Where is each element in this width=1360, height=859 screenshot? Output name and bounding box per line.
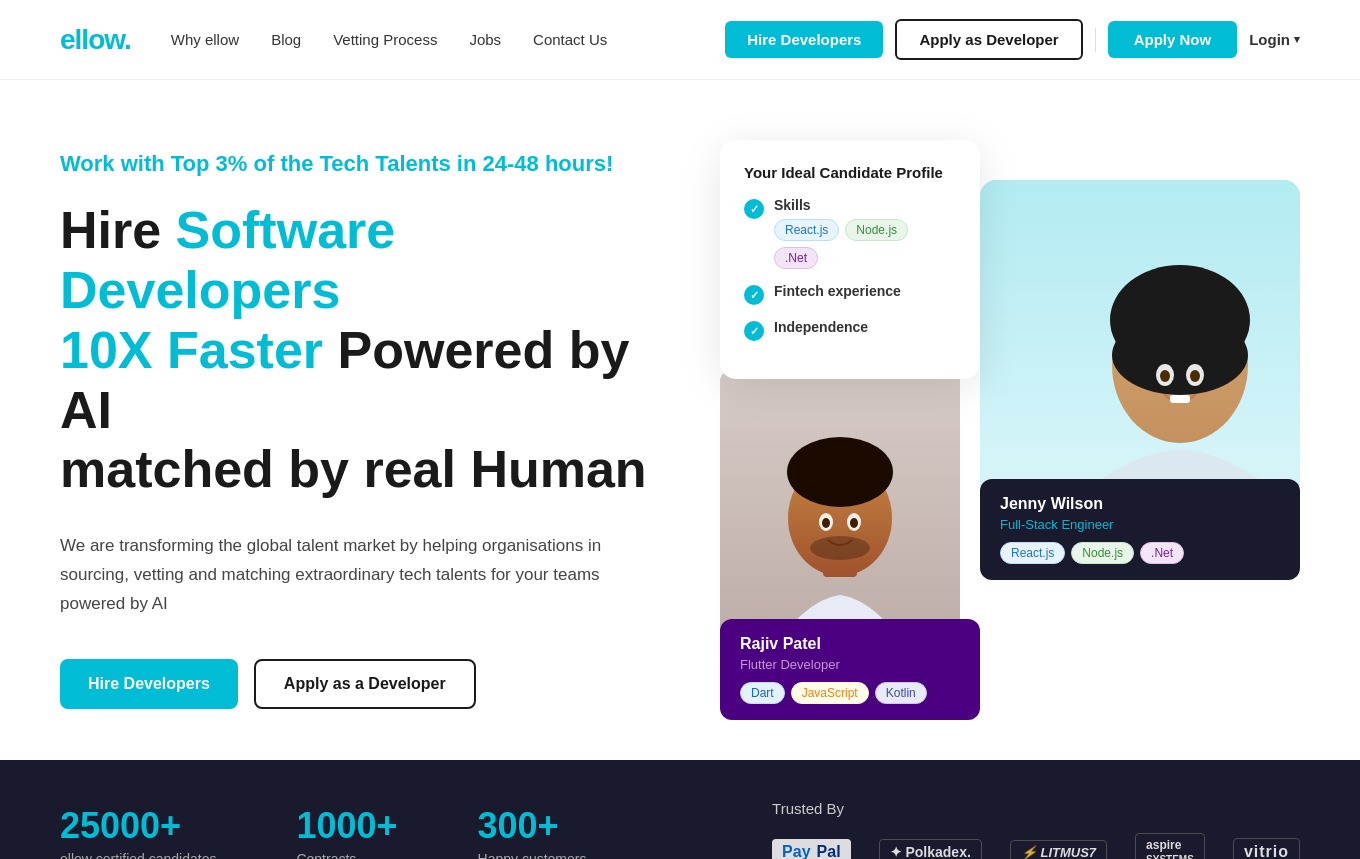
footer-bar: 25000+ ellow certified candidates 1000+ …: [0, 760, 1360, 859]
litmus7-logo: ⚡ LITMUS7: [1010, 840, 1107, 860]
stat-customers-label: Happy customers: [478, 851, 587, 860]
rajiv-name: Rajiv Patel: [740, 635, 960, 653]
trusted-logos: PayPal ✦ Polkadex. ⚡ LITMUS7 aspireSYSTE…: [772, 833, 1300, 859]
svg-point-5: [1112, 315, 1248, 395]
chevron-down-icon: ▾: [1294, 33, 1300, 46]
polkadex-logo: ✦ Polkadex.: [879, 839, 982, 859]
jenny-wilson-card: Jenny Wilson Full-Stack Engineer React.j…: [980, 479, 1300, 580]
skills-label: Skills: [774, 197, 956, 213]
hero-content: Work with Top 3% of the Tech Talents in …: [60, 151, 660, 709]
logo[interactable]: ellow.: [60, 24, 131, 56]
fintech-label: Fintech experience: [774, 283, 901, 299]
jenny-role: Full-Stack Engineer: [1000, 517, 1280, 532]
aspire-systems-logo: aspireSYSTEMS: [1135, 833, 1205, 859]
apply-as-developer-hero-button[interactable]: Apply as a Developer: [254, 659, 476, 709]
rajiv-tag-kotlin: Kotlin: [875, 682, 927, 704]
stat-candidates-label: ellow certified candidates: [60, 851, 216, 860]
navbar: ellow. Why ellow Blog Vetting Process Jo…: [0, 0, 1360, 80]
independence-label: Independence: [774, 319, 868, 335]
tag-nodejs: Node.js: [845, 219, 908, 241]
hero-heading: Hire Software Developers 10X Faster Powe…: [60, 201, 660, 500]
rajiv-tag-dart: Dart: [740, 682, 785, 704]
hero-description: We are transforming the global talent ma…: [60, 532, 640, 619]
jenny-name: Jenny Wilson: [1000, 495, 1280, 513]
stat-customers-number: 300+: [478, 805, 587, 847]
skills-tags: React.js Node.js .Net: [774, 219, 956, 269]
trusted-section: Trusted By PayPal ✦ Polkadex. ⚡ LITMUS7 …: [772, 800, 1300, 859]
apply-as-developer-button[interactable]: Apply as Developer: [895, 19, 1082, 60]
jenny-tag-node: Node.js: [1071, 542, 1134, 564]
fintech-check-icon: [744, 285, 764, 305]
hero-buttons: Hire Developers Apply as a Developer: [60, 659, 660, 709]
candidate-profile-card: Your Ideal Candidate Profile Skills Reac…: [720, 140, 980, 379]
jenny-tag-net: .Net: [1140, 542, 1184, 564]
stat-contracts-label: Contracts: [296, 851, 397, 860]
tag-reactjs: React.js: [774, 219, 839, 241]
fintech-item: Fintech experience: [744, 283, 956, 305]
independence-item: Independence: [744, 319, 956, 341]
svg-point-19: [810, 536, 870, 560]
nav-item-vetting[interactable]: Vetting Process: [333, 31, 437, 48]
skills-content: Skills React.js Node.js .Net: [774, 197, 956, 269]
stat-contracts: 1000+ Contracts: [296, 805, 397, 860]
stats-section: 25000+ ellow certified candidates 1000+ …: [60, 805, 586, 860]
heading-10x-faster: 10X Faster: [60, 321, 323, 379]
tag-dotnet: .Net: [774, 247, 818, 269]
vitrio-logo: vitrio: [1233, 838, 1300, 859]
logo-text: ellow.: [60, 24, 131, 55]
svg-point-18: [850, 518, 858, 528]
login-button[interactable]: Login ▾: [1249, 31, 1300, 48]
svg-rect-10: [1170, 395, 1190, 403]
rajiv-tag-js: JavaScript: [791, 682, 869, 704]
svg-point-14: [787, 437, 893, 507]
rajiv-role: Flutter Developer: [740, 657, 960, 672]
heading-matched: matched by real Human: [60, 440, 647, 498]
nav-item-jobs[interactable]: Jobs: [469, 31, 501, 48]
nav-actions: Hire Developers Apply as Developer Apply…: [725, 19, 1300, 60]
trusted-by-label: Trusted By: [772, 800, 844, 817]
nav-item-blog[interactable]: Blog: [271, 31, 301, 48]
stat-candidates: 25000+ ellow certified candidates: [60, 805, 216, 860]
svg-point-17: [822, 518, 830, 528]
candidate-card-title: Your Ideal Candidate Profile: [744, 164, 956, 181]
jenny-tags: React.js Node.js .Net: [1000, 542, 1280, 564]
rajiv-patel-card: Rajiv Patel Flutter Developer Dart JavaS…: [720, 619, 980, 720]
nav-item-why-ellow[interactable]: Why ellow: [171, 31, 239, 48]
skills-check-icon: [744, 199, 764, 219]
independence-check-icon: [744, 321, 764, 341]
stat-customers: 300+ Happy customers: [478, 805, 587, 860]
rajiv-tags: Dart JavaScript Kotlin: [740, 682, 960, 704]
svg-point-9: [1190, 370, 1200, 382]
svg-point-8: [1160, 370, 1170, 382]
stat-candidates-number: 25000+: [60, 805, 216, 847]
jenny-tag-react: React.js: [1000, 542, 1065, 564]
heading-hire: Hire: [60, 201, 176, 259]
hero-section: Work with Top 3% of the Tech Talents in …: [0, 80, 1360, 760]
hero-tagline: Work with Top 3% of the Tech Talents in …: [60, 151, 660, 177]
hero-visual: Your Ideal Candidate Profile Skills Reac…: [700, 140, 1300, 720]
skills-item: Skills React.js Node.js .Net: [744, 197, 956, 269]
nav-links: Why ellow Blog Vetting Process Jobs Cont…: [171, 31, 725, 48]
paypal-logo: PayPal: [772, 839, 850, 859]
hire-developers-hero-button[interactable]: Hire Developers: [60, 659, 238, 709]
nav-item-contact[interactable]: Contact Us: [533, 31, 607, 48]
nav-separator: [1095, 28, 1096, 52]
stat-contracts-number: 1000+: [296, 805, 397, 847]
apply-now-button[interactable]: Apply Now: [1108, 21, 1238, 58]
hire-developers-button[interactable]: Hire Developers: [725, 21, 883, 58]
